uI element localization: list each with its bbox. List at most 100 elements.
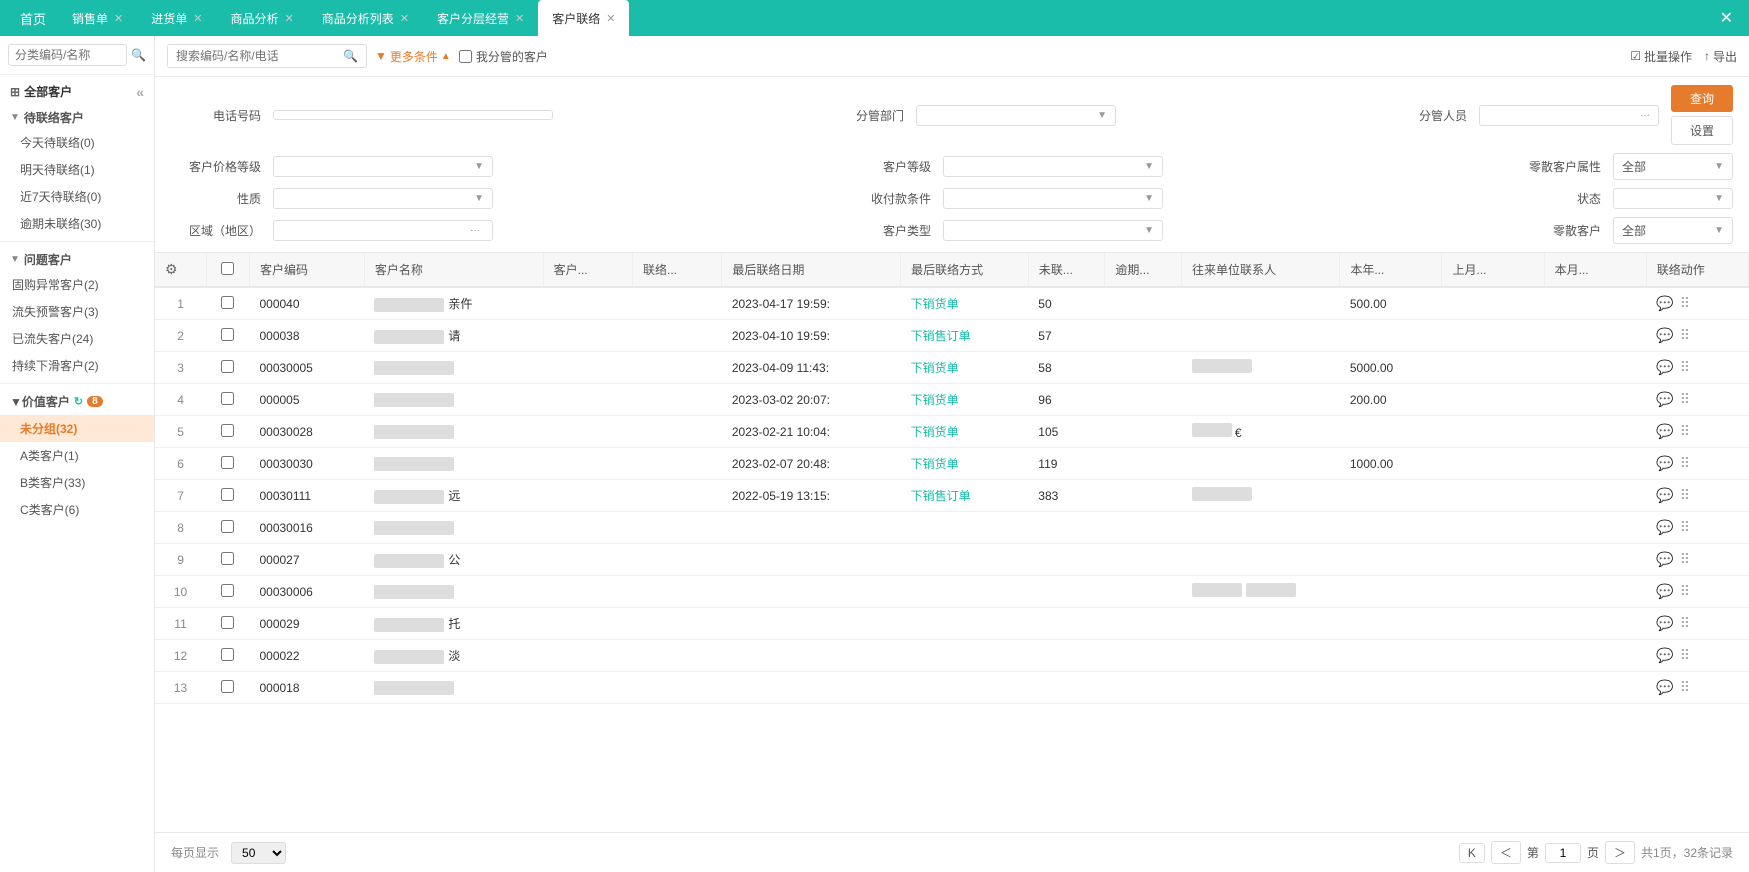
tab-bar-close-btn[interactable]: ✕ [1712,8,1741,28]
tab-sales[interactable]: 销售单 ✕ [58,0,137,36]
collapse-icon[interactable]: « [136,84,144,100]
cell-check[interactable] [206,480,249,512]
filter-more-conditions[interactable]: ▼ 更多条件 ▲ [375,48,451,65]
page-input[interactable] [1545,843,1581,863]
cell-check[interactable] [206,384,249,416]
cell-check[interactable] [206,544,249,576]
more-icon[interactable]: ⠿ [1680,519,1690,536]
sidebar-item-abnormal[interactable]: 固购异常客户(2) [0,271,154,298]
chat-icon[interactable]: 💬 [1656,647,1673,664]
all-customers-header[interactable]: ⊞ 全部客户 « [0,75,154,104]
tab-product-analysis-list[interactable]: 商品分析列表 ✕ [308,0,423,36]
filter-search-icon[interactable]: 🔍 [343,49,358,63]
row-checkbox[interactable] [221,296,234,309]
row-checkbox[interactable] [221,328,234,341]
first-page-btn[interactable]: K [1459,843,1485,863]
cell-last-method[interactable] [901,576,1029,608]
sidebar-item-7day-pending[interactable]: 近7天待联络(0) [0,183,154,210]
my-customers-checkbox[interactable] [459,50,472,63]
row-checkbox[interactable] [221,360,234,373]
sidebar-item-b-class[interactable]: B类客户(33) [0,469,154,496]
chat-icon[interactable]: 💬 [1656,583,1673,600]
query-btn[interactable]: 查询 [1671,85,1733,112]
chat-icon[interactable]: 💬 [1656,295,1673,312]
cell-last-method[interactable]: 下销售订单 [901,320,1029,352]
cell-action[interactable]: 💬 ⠿ [1646,608,1748,640]
cell-action[interactable]: 💬 ⠿ [1646,672,1748,704]
cell-action[interactable]: 💬 ⠿ [1646,384,1748,416]
reset-btn[interactable]: 设置 [1671,116,1733,145]
cell-check[interactable] [206,608,249,640]
export-btn[interactable]: ↑ 导出 [1704,48,1737,65]
gender-select[interactable]: ▼ [273,188,493,209]
row-checkbox[interactable] [221,456,234,469]
sidebar-item-a-class[interactable]: A类客户(1) [0,442,154,469]
cell-last-method[interactable] [901,512,1029,544]
last-method-link[interactable]: 下销售订单 [911,329,971,343]
sidebar-item-churned[interactable]: 已流失客户(24) [0,325,154,352]
more-icon[interactable]: ⠿ [1680,487,1690,504]
refresh-icon[interactable]: ↻ [74,395,83,408]
more-icon[interactable]: ⠿ [1680,391,1690,408]
chat-icon[interactable]: 💬 [1656,487,1673,504]
cell-check[interactable] [206,576,249,608]
status-select[interactable]: ▼ [1613,188,1733,209]
cell-last-method[interactable] [901,672,1029,704]
chat-icon[interactable]: 💬 [1656,455,1673,472]
cell-last-method[interactable] [901,544,1029,576]
phone-input[interactable] [273,110,553,120]
cell-action[interactable]: 💬 ⠿ [1646,448,1748,480]
cell-check[interactable] [206,416,249,448]
chat-icon[interactable]: 💬 [1656,551,1673,568]
more-icon[interactable]: ⠿ [1680,583,1690,600]
cell-check[interactable] [206,512,249,544]
price-group-header[interactable]: ▼ 价值客户 ↻ 8 [0,388,154,415]
cell-last-method[interactable] [901,640,1029,672]
sidebar-item-ungroup[interactable]: 未分组(32) [0,415,154,442]
cell-last-method[interactable]: 下销货单 [901,287,1029,320]
chat-icon[interactable]: 💬 [1656,391,1673,408]
more-icon[interactable]: ⠿ [1680,551,1690,568]
chat-icon[interactable]: 💬 [1656,519,1673,536]
tab-home[interactable]: 首页 [8,9,58,28]
cell-action[interactable]: 💬 ⠿ [1646,416,1748,448]
tab-product-analysis-close[interactable]: ✕ [285,12,294,25]
last-method-link[interactable]: 下销货单 [911,393,959,407]
next-page-btn[interactable]: ＞ [1605,841,1635,864]
zero-customer-select[interactable]: 全部▼ [1613,217,1733,244]
tab-customer-tier-close[interactable]: ✕ [515,12,524,25]
last-method-link[interactable]: 下销货单 [911,425,959,439]
sidebar-item-today-pending[interactable]: 今天待联络(0) [0,129,154,156]
batch-ops-btn[interactable]: ☑ 批量操作 [1630,48,1692,65]
payment-select[interactable]: ▼ [943,188,1163,209]
cell-action[interactable]: 💬 ⠿ [1646,640,1748,672]
cell-action[interactable]: 💬 ⠿ [1646,320,1748,352]
cell-check[interactable] [206,640,249,672]
sidebar-item-overdue-pending[interactable]: 逾期未联络(30) [0,210,154,237]
cell-check[interactable] [206,287,249,320]
chat-icon[interactable]: 💬 [1656,679,1673,696]
more-icon[interactable]: ⠿ [1680,647,1690,664]
cell-action[interactable]: 💬 ⠿ [1646,480,1748,512]
price-level-select[interactable]: ▼ [273,156,493,177]
chat-icon[interactable]: 💬 [1656,423,1673,440]
cell-action[interactable]: 💬 ⠿ [1646,512,1748,544]
cell-last-method[interactable]: 下销售订单 [901,480,1029,512]
tab-sales-close[interactable]: ✕ [114,12,123,25]
more-icon[interactable]: ⠿ [1680,295,1690,312]
sidebar-search-input[interactable] [8,44,127,66]
filter-search-input[interactable] [176,49,343,63]
prev-page-btn[interactable]: ＜ [1491,841,1521,864]
customer-level-select[interactable]: ▼ [943,156,1163,177]
row-checkbox[interactable] [221,648,234,661]
cell-action[interactable]: 💬 ⠿ [1646,544,1748,576]
sidebar-item-tomorrow-pending[interactable]: 明天待联络(1) [0,156,154,183]
row-checkbox[interactable] [221,520,234,533]
customer-type-select[interactable]: ▼ [943,220,1163,241]
cell-check[interactable] [206,352,249,384]
row-checkbox[interactable] [221,424,234,437]
row-checkbox[interactable] [221,616,234,629]
tab-product-analysis[interactable]: 商品分析 ✕ [216,0,307,36]
row-checkbox[interactable] [221,680,234,693]
last-method-link[interactable]: 下销售订单 [911,489,971,503]
